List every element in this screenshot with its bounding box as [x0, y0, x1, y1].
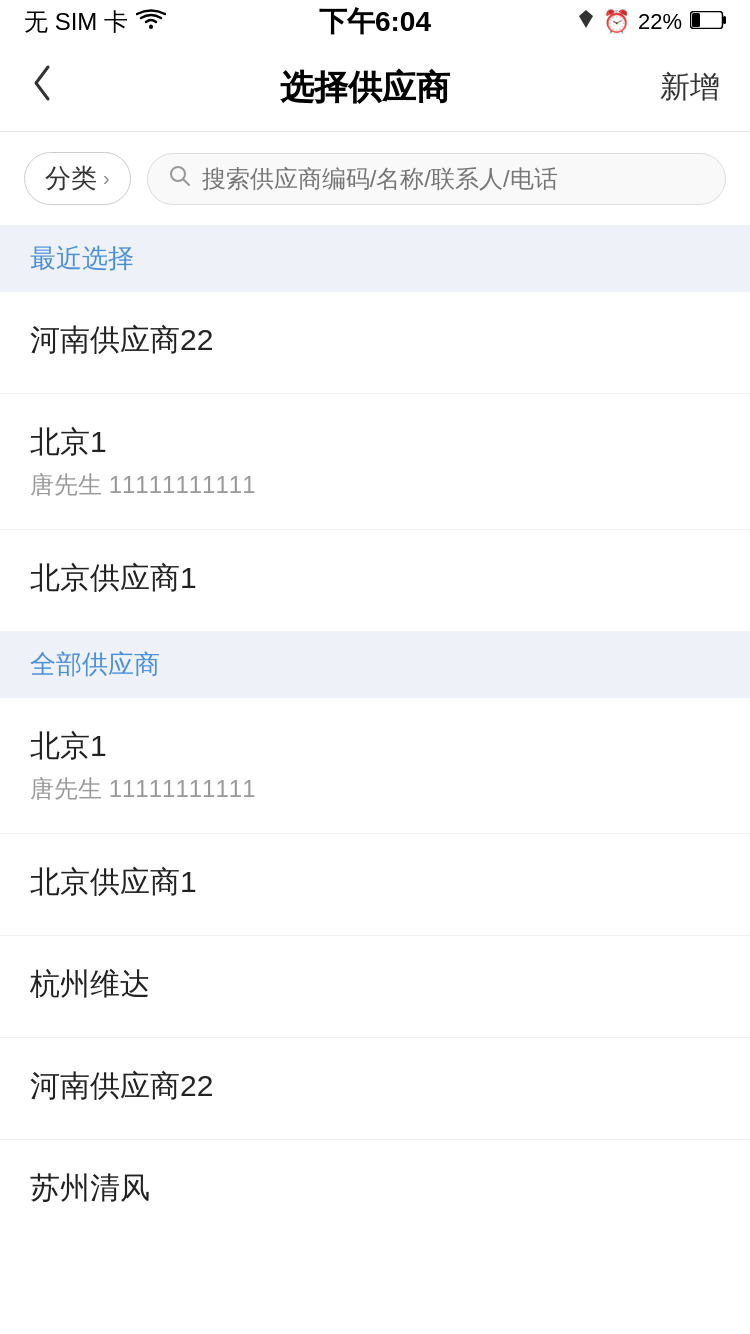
status-right: ⏰ 22% — [577, 8, 726, 36]
list-item-name: 北京供应商1 — [30, 558, 720, 599]
search-input[interactable] — [202, 165, 705, 193]
back-button[interactable] — [30, 63, 90, 112]
chevron-right-icon: › — [103, 167, 110, 190]
list-item[interactable]: 北京1 唐先生 11111111111 — [0, 394, 750, 530]
list-item-sub: 唐先生 11111111111 — [30, 773, 720, 805]
battery-percent: 22% — [638, 9, 682, 35]
category-label: 分类 — [45, 161, 97, 196]
svg-rect-2 — [692, 13, 700, 27]
list-item[interactable]: 北京供应商1 — [0, 530, 750, 631]
list-item-name: 北京供应商1 — [30, 862, 720, 903]
list-item-name: 苏州清风 — [30, 1168, 720, 1209]
list-item[interactable]: 河南供应商22 — [0, 1038, 750, 1140]
list-item-name: 河南供应商22 — [30, 320, 720, 361]
status-left: 无 SIM 卡 — [24, 6, 166, 38]
page-title: 选择供应商 — [90, 65, 640, 111]
alarm-icon: ⏰ — [603, 9, 630, 35]
add-button[interactable]: 新增 — [640, 67, 720, 108]
list-item[interactable]: 苏州清风 — [0, 1140, 750, 1241]
search-box[interactable] — [147, 153, 726, 205]
list-item-name: 北京1 — [30, 422, 720, 463]
recent-section-label: 最近选择 — [30, 243, 134, 273]
status-bar: 无 SIM 卡 下午6:04 ⏰ 22% — [0, 0, 750, 44]
svg-rect-3 — [723, 16, 726, 24]
nav-bar: 选择供应商 新增 — [0, 44, 750, 132]
all-section-label: 全部供应商 — [30, 649, 160, 679]
all-section-header: 全部供应商 — [0, 631, 750, 698]
list-item-name: 杭州维达 — [30, 964, 720, 1005]
category-button[interactable]: 分类 › — [24, 152, 131, 205]
list-item-name: 河南供应商22 — [30, 1066, 720, 1107]
wifi-icon — [136, 8, 166, 36]
search-icon — [168, 164, 192, 194]
list-item[interactable]: 北京供应商1 — [0, 834, 750, 936]
list-item-sub: 唐先生 11111111111 — [30, 469, 720, 501]
svg-point-0 — [149, 25, 153, 29]
battery-icon — [690, 9, 726, 35]
sim-status: 无 SIM 卡 — [24, 6, 128, 38]
recent-section-header: 最近选择 — [0, 225, 750, 292]
status-time: 下午6:04 — [319, 3, 431, 41]
list-item[interactable]: 北京1 唐先生 11111111111 — [0, 698, 750, 834]
recent-list: 河南供应商22 北京1 唐先生 11111111111 北京供应商1 — [0, 292, 750, 631]
filter-row: 分类 › — [0, 132, 750, 225]
all-list: 北京1 唐先生 11111111111 北京供应商1 杭州维达河南供应商22 苏州清风 — [0, 698, 750, 1241]
list-item[interactable]: 杭州维达 — [0, 936, 750, 1038]
list-item-name: 北京1 — [30, 726, 720, 767]
location-icon — [577, 8, 595, 36]
list-item[interactable]: 河南供应商22 — [0, 292, 750, 394]
